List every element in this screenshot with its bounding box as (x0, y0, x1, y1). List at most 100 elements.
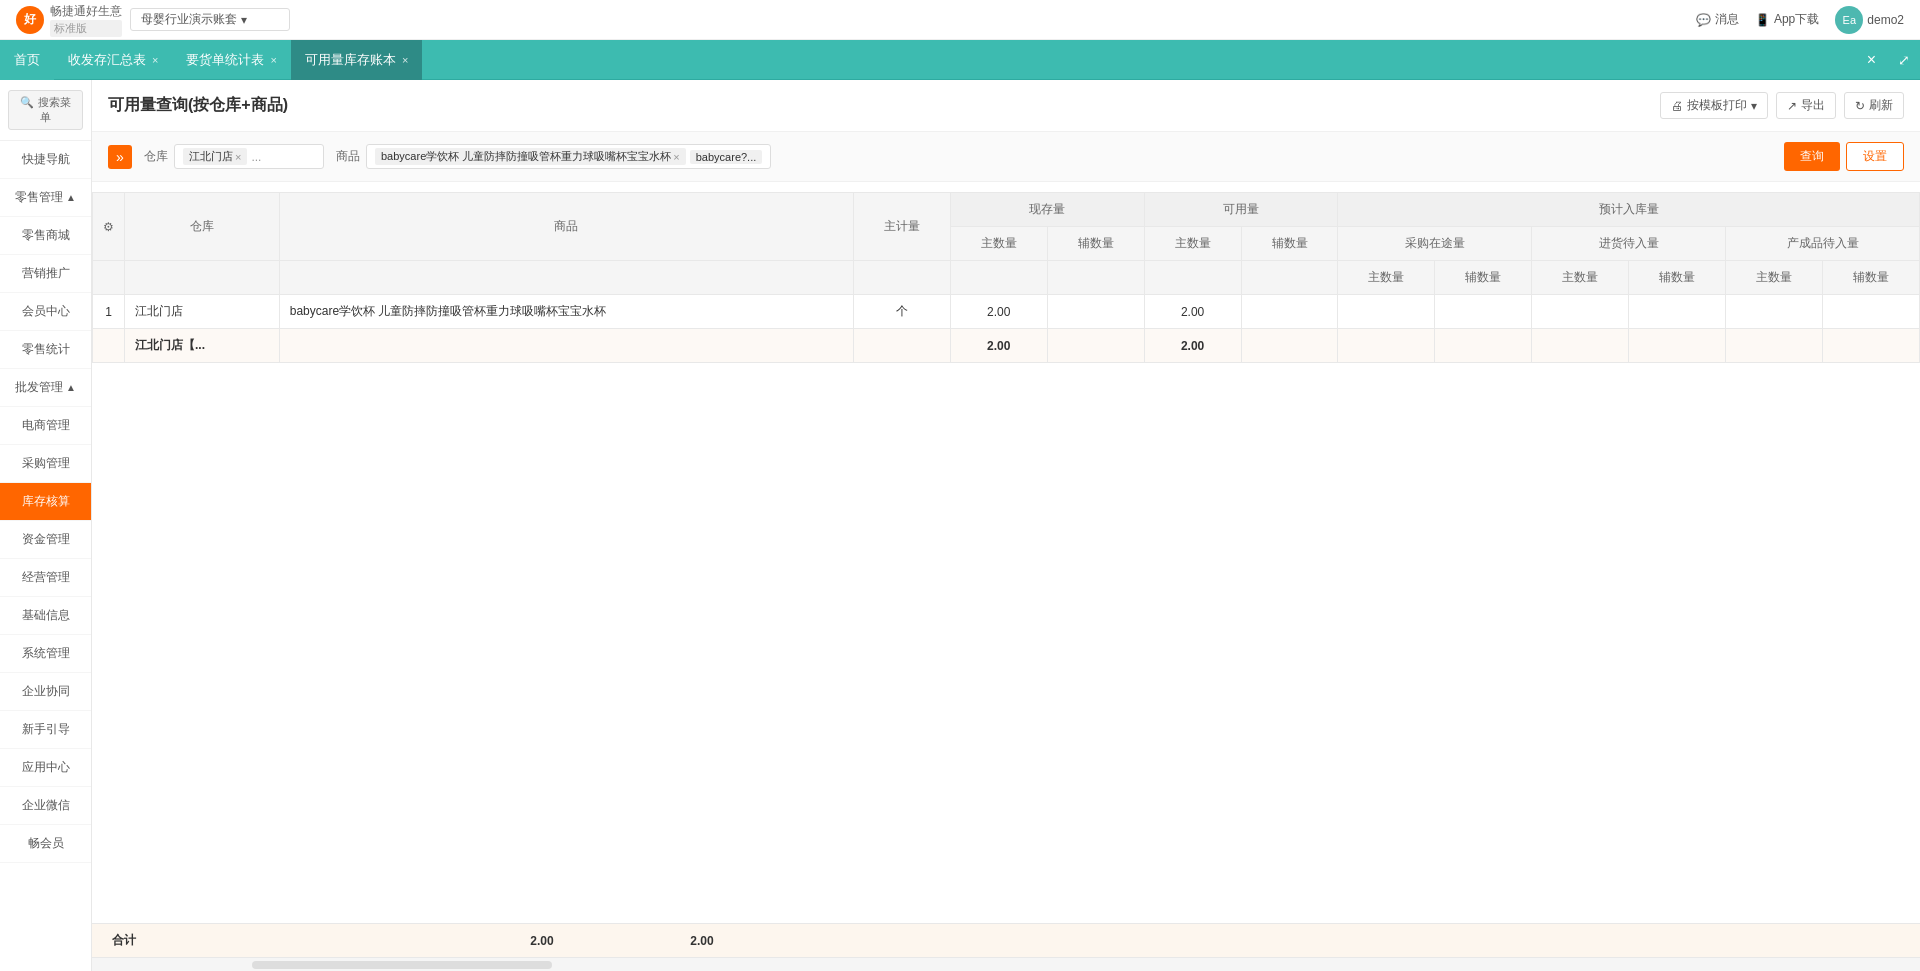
row-production-aux (1822, 295, 1919, 329)
industry-selector[interactable]: 母婴行业演示账套 ▾ (130, 8, 290, 31)
th-purchase-sub: 采购在途量 (1338, 227, 1532, 261)
bottom-scrollbar[interactable] (92, 957, 1920, 971)
close-receipts-tab[interactable]: × (152, 54, 158, 66)
product-filter-group: 商品 babycare学饮杯 儿童防摔防撞吸管杯重力球吸嘴杯宝宝水杯 × bab… (336, 144, 771, 169)
tab-order-stats[interactable]: 要货单统计表 × (172, 40, 290, 80)
table-row: 1 江北门店 babycare学饮杯 儿童防摔防撞吸管杯重力球吸嘴杯宝宝水杯 个… (93, 295, 1920, 329)
query-btn[interactable]: 查询 (1784, 142, 1840, 171)
data-table: ⚙ 仓库 商品 主计量 现存量 可用量 预计入库量 主数量 辅数量 主数量 (92, 192, 1920, 363)
scroll-thumb[interactable] (252, 961, 552, 969)
th-warehouse: 仓库 (125, 193, 280, 261)
tab-receipts[interactable]: 收发存汇总表 × (54, 40, 172, 80)
close-available-stock-tab[interactable]: × (402, 54, 408, 66)
avatar: Ea (1835, 6, 1863, 34)
sidebar-item-app-center[interactable]: 应用中心 (0, 749, 91, 787)
print-btn[interactable]: 🖨 按模板打印 ▾ (1660, 92, 1768, 119)
row-production-main (1726, 295, 1823, 329)
th-current-main: 主数量 (950, 227, 1047, 261)
expand-icon[interactable]: ⤢ (1888, 52, 1920, 68)
th-incoming-main: 主数量 (1532, 261, 1629, 295)
chevron-down-icon-print: ▾ (1751, 99, 1757, 113)
th-production-aux: 辅数量 (1822, 261, 1919, 295)
settings-btn[interactable]: 设置 (1846, 142, 1904, 171)
sidebar-item-enterprise[interactable]: 企业协同 (0, 673, 91, 711)
remove-product-tag[interactable]: × (673, 151, 679, 163)
message-icon: 💬 (1696, 13, 1711, 27)
row-purchase-main (1338, 295, 1435, 329)
search-menu-btn[interactable]: 🔍 搜索菜单 (8, 90, 83, 130)
message-btn[interactable]: 💬 消息 (1696, 11, 1739, 28)
product-filter-input[interactable]: babycare学饮杯 儿童防摔防撞吸管杯重力球吸嘴杯宝宝水杯 × babyca… (366, 144, 771, 169)
row-incoming-aux (1629, 295, 1726, 329)
row-product: babycare学饮杯 儿童防摔防撞吸管杯重力球吸嘴杯宝宝水杯 (279, 295, 853, 329)
th-purchase-aux: 辅数量 (1435, 261, 1532, 295)
logo-area: 好 畅捷通好生意 标准版 (16, 3, 122, 37)
th-available: 可用量 (1144, 193, 1338, 227)
th-available-main: 主数量 (1144, 227, 1241, 261)
close-order-stats-tab[interactable]: × (270, 54, 276, 66)
summary-row: 合计 2.00 2.00 (92, 923, 1920, 957)
sidebar-item-enterprise-wechat[interactable]: 企业微信 (0, 787, 91, 825)
row-unit: 个 (853, 295, 950, 329)
row-index: 1 (93, 295, 125, 329)
logo-text: 畅捷通好生意 标准版 (50, 3, 122, 37)
subtotal-warehouse: 江北门店【... (125, 329, 280, 363)
th-production-main: 主数量 (1726, 261, 1823, 295)
page-actions: 🖨 按模板打印 ▾ ↗ 导出 ↻ 刷新 (1660, 92, 1904, 119)
row-current-main: 2.00 (950, 295, 1047, 329)
row-available-main: 2.00 (1144, 295, 1241, 329)
row-current-aux (1047, 295, 1144, 329)
sidebar-item-basic-info[interactable]: 基础信息 (0, 597, 91, 635)
sidebar: 🔍 搜索菜单 快捷导航 零售管理 ▲ 零售商城 营销推广 会员中心 零售统计 批… (0, 80, 92, 971)
sidebar-item-finance[interactable]: 资金管理 (0, 521, 91, 559)
product-filter-label: 商品 (336, 148, 360, 165)
th-incoming-aux: 辅数量 (1629, 261, 1726, 295)
sidebar-item-member[interactable]: 会员中心 (0, 293, 91, 331)
sidebar-item-retail-stats[interactable]: 零售统计 (0, 331, 91, 369)
sidebar-item-inventory[interactable]: 库存核算 (0, 483, 91, 521)
th-current-aux: 辅数量 (1047, 227, 1144, 261)
th-incoming: 预计入库量 (1338, 193, 1920, 227)
sidebar-item-purchase[interactable]: 采购管理 (0, 445, 91, 483)
refresh-btn[interactable]: ↻ 刷新 (1844, 92, 1904, 119)
filter-expand-btn[interactable]: » (108, 145, 132, 169)
label-badge: 标准版 (50, 20, 122, 37)
sidebar-item-system[interactable]: 系统管理 (0, 635, 91, 673)
close-all-tabs[interactable]: × (1855, 51, 1888, 69)
page-title: 可用量查询(按仓库+商品) (108, 95, 288, 116)
tab-home[interactable]: 首页 (0, 40, 54, 80)
th-current-stock: 现存量 (950, 193, 1144, 227)
sidebar-item-marketing[interactable]: 营销推广 (0, 255, 91, 293)
caret-icon: ▲ (66, 192, 76, 203)
user-menu[interactable]: Ea demo2 (1835, 6, 1904, 34)
app-icon: 📱 (1755, 13, 1770, 27)
summary-current-main: 2.00 (502, 934, 582, 948)
sidebar-item-retail-store[interactable]: 零售商城 (0, 217, 91, 255)
th-product: 商品 (279, 193, 853, 261)
chevron-down-icon: ▾ (241, 13, 247, 27)
subtotal-available-main: 2.00 (1144, 329, 1241, 363)
remove-warehouse-tag[interactable]: × (235, 151, 241, 163)
page-container: 可用量查询(按仓库+商品) 🖨 按模板打印 ▾ ↗ 导出 ↻ 刷新 (92, 80, 1920, 971)
sidebar-item-ecommerce[interactable]: 电商管理 (0, 407, 91, 445)
summary-label: 合计 (102, 932, 402, 949)
summary-available-main: 2.00 (662, 934, 742, 948)
sidebar-item-wholesale[interactable]: 批发管理 ▲ (0, 369, 91, 407)
main-layout: 🔍 搜索菜单 快捷导航 零售管理 ▲ 零售商城 营销推广 会员中心 零售统计 批… (0, 80, 1920, 971)
sidebar-item-quick-nav[interactable]: 快捷导航 (0, 141, 91, 179)
logo-icon: 好 (16, 6, 44, 34)
export-btn[interactable]: ↗ 导出 (1776, 92, 1836, 119)
sidebar-item-operations[interactable]: 经营管理 (0, 559, 91, 597)
print-icon: 🖨 (1671, 99, 1683, 113)
warehouse-filter-label: 仓库 (144, 148, 168, 165)
sidebar-search: 🔍 搜索菜单 (0, 80, 91, 141)
sidebar-item-vip[interactable]: 畅会员 (0, 825, 91, 863)
warehouse-filter-input[interactable]: 江北门店 × ... (174, 144, 324, 169)
sidebar-item-newbie[interactable]: 新手引导 (0, 711, 91, 749)
sidebar-item-retail[interactable]: 零售管理 ▲ (0, 179, 91, 217)
row-available-aux (1241, 295, 1338, 329)
tab-available-stock[interactable]: 可用量库存账本 × (291, 40, 422, 80)
th-incoming-pending-sub: 进货待入量 (1532, 227, 1726, 261)
filter-actions: 查询 设置 (1784, 142, 1904, 171)
app-download-btn[interactable]: 📱 App下载 (1755, 11, 1819, 28)
